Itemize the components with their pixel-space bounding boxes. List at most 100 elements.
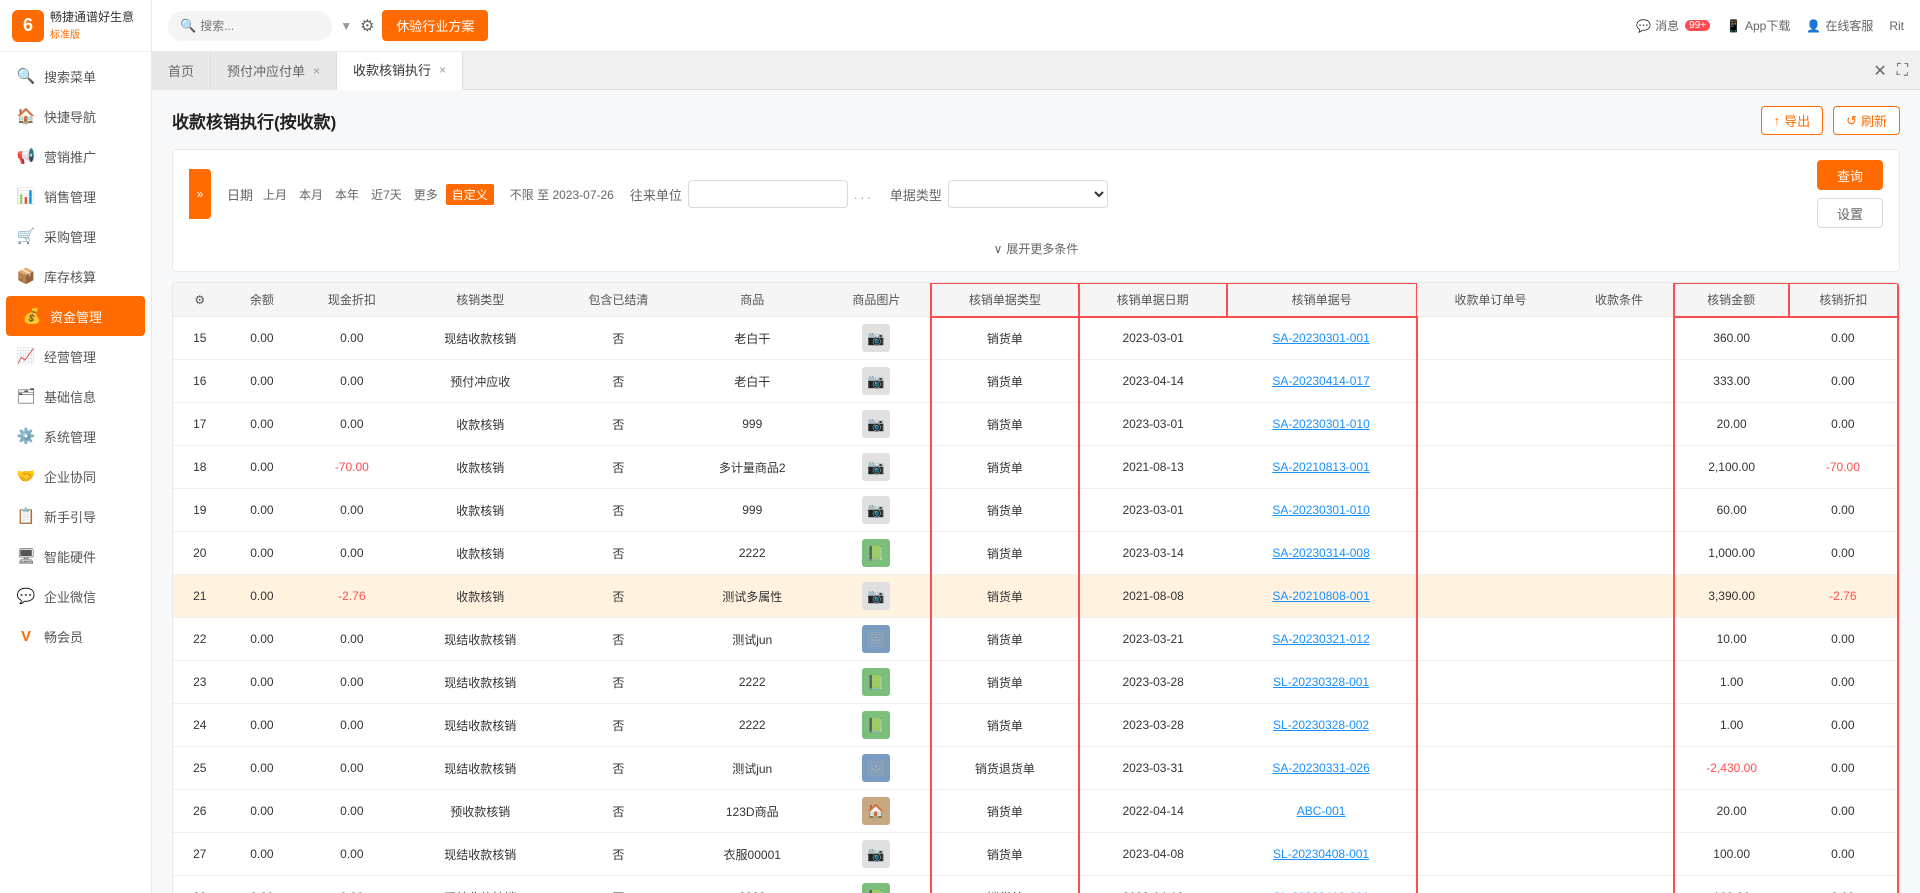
basic-icon: 🗂 xyxy=(16,386,36,406)
verify-no-link[interactable]: SL-20230328-001 xyxy=(1273,675,1369,689)
sidebar-item-guide[interactable]: 📋 新手引导 xyxy=(0,496,151,536)
table-header-row: ⚙ 余额 现金折扣 核销类型 包含已结清 商品 商品图片 核销单据类型 核销单据… xyxy=(173,283,1898,317)
cell-verify-no: SL-20230328-001 xyxy=(1227,661,1417,704)
sidebar-item-system[interactable]: ⚙️ 系统管理 xyxy=(0,416,151,456)
table-row: 25 0.00 0.00 现结收款核销 否 测试jun 🖼 销货退货单 2023… xyxy=(173,747,1898,790)
verify-no-link[interactable]: ABC-001 xyxy=(1297,804,1346,818)
cell-product-img: 🏠 xyxy=(822,790,931,833)
cell-cash-discount: 0.00 xyxy=(297,403,406,446)
verify-no-link[interactable]: SA-20230331-026 xyxy=(1272,761,1369,775)
export-button[interactable]: ↑ 导出 xyxy=(1761,106,1824,135)
cell-verify-type: 现结收款核销 xyxy=(406,833,554,876)
tab-receive[interactable]: 收款核销执行 × xyxy=(337,52,463,90)
refresh-icon: ↺ xyxy=(1846,113,1857,129)
th-product-img: 商品图片 xyxy=(822,283,931,317)
sidebar-item-inventory[interactable]: 📦 库存核算 xyxy=(0,256,151,296)
sidebar-item-sales[interactable]: 📊 销售管理 xyxy=(0,176,151,216)
sidebar-item-search[interactable]: 🔍 搜索菜单 xyxy=(0,56,151,96)
cell-no: 18 xyxy=(173,446,227,489)
online-service-button[interactable]: 👤 在线客服 xyxy=(1806,17,1873,34)
filter-partner-input[interactable] xyxy=(688,180,848,208)
header-actions: ↑ 导出 ↺ 刷新 xyxy=(1761,106,1900,135)
cell-verify-amount: -2,430.00 xyxy=(1674,747,1789,790)
table-row: 20 0.00 0.00 收款核销 否 2222 📗 销货单 2023-03-1… xyxy=(173,532,1898,575)
cell-balance: 0.00 xyxy=(227,446,298,489)
refresh-button[interactable]: ↺ 刷新 xyxy=(1833,106,1900,135)
cell-verify-type: 收款核销 xyxy=(406,403,554,446)
cell-receipt-condition xyxy=(1564,446,1673,489)
sidebar-item-basic[interactable]: 🗂 基础信息 xyxy=(0,376,151,416)
verify-no-link[interactable]: SA-20230301-001 xyxy=(1272,331,1369,345)
solution-button[interactable]: 休验行业方案 xyxy=(382,10,488,41)
sidebar-item-purchase[interactable]: 🛒 采购管理 xyxy=(0,216,151,256)
sidebar-item-marketing[interactable]: 📢 营销推广 xyxy=(0,136,151,176)
cell-verify-discount: 0.00 xyxy=(1789,532,1898,575)
filter-7days[interactable]: 近7天 xyxy=(367,184,406,205)
close-window-icon[interactable]: ✕ xyxy=(1873,61,1886,81)
verify-no-link[interactable]: SA-20230414-017 xyxy=(1272,374,1369,388)
verify-no-link[interactable]: SL-20230328-002 xyxy=(1273,718,1369,732)
verify-no-link[interactable]: SA-20230301-010 xyxy=(1272,417,1369,431)
cell-verify-date: 2023-04-08 xyxy=(1079,833,1227,876)
tab-prepay-close[interactable]: × xyxy=(313,64,320,78)
tab-receive-close[interactable]: × xyxy=(439,63,446,77)
sidebar-item-finance[interactable]: 💰 资金管理 xyxy=(6,296,145,336)
verify-no-link[interactable]: SA-20230301-010 xyxy=(1272,503,1369,517)
tab-receive-label: 收款核销执行 xyxy=(353,60,431,79)
cell-verify-amount: 360.00 xyxy=(1674,317,1789,360)
filter-voucher-type-select[interactable] xyxy=(948,180,1108,208)
fullscreen-icon[interactable]: ⛶ xyxy=(1897,62,1908,80)
hardware-icon: 🖥 xyxy=(16,546,36,566)
query-button[interactable]: 查询 xyxy=(1817,160,1883,190)
cell-verify-voucher-type: 销货单 xyxy=(931,876,1079,893)
sidebar-item-wechat[interactable]: 💬 企业微信 xyxy=(0,576,151,616)
cell-product: 123D商品 xyxy=(683,790,822,833)
expand-filter-button[interactable]: ∨ 展开更多条件 xyxy=(994,240,1079,257)
table-row: 22 0.00 0.00 现结收款核销 否 测试jun 🖼 销货单 2023-0… xyxy=(173,618,1898,661)
cell-cash-discount: -70.00 xyxy=(297,446,406,489)
filter-custom[interactable]: 自定义 xyxy=(446,184,494,205)
gear-icon[interactable]: ⚙ xyxy=(360,16,374,36)
cell-no: 28 xyxy=(173,876,227,893)
setting-button[interactable]: 设置 xyxy=(1817,198,1883,228)
th-settings[interactable]: ⚙ xyxy=(173,283,227,317)
table-row: 15 0.00 0.00 现结收款核销 否 老白干 📷 销货单 2023-03-… xyxy=(173,317,1898,360)
app-download-button[interactable]: 📱 App下载 xyxy=(1726,17,1790,34)
user-name[interactable]: Rit xyxy=(1889,19,1904,33)
filter-this-year[interactable]: 本年 xyxy=(331,184,363,205)
cell-no: 15 xyxy=(173,317,227,360)
tab-prepay[interactable]: 预付冲应付单 × xyxy=(211,52,337,90)
verify-no-link[interactable]: SL-20230408-001 xyxy=(1273,847,1369,861)
cell-product-img: 📗 xyxy=(822,704,931,747)
topbar-search-box[interactable]: 🔍 xyxy=(168,11,332,41)
search-input[interactable] xyxy=(200,19,320,33)
cell-receipt-condition xyxy=(1564,489,1673,532)
message-button[interactable]: 💬 消息 99+ xyxy=(1636,17,1710,34)
sidebar-item-enterprise[interactable]: 🤝 企业协同 xyxy=(0,456,151,496)
tab-home[interactable]: 首页 xyxy=(152,52,211,90)
filter-date-range: 不限 至 2023-07-26 xyxy=(510,186,614,203)
filter-more[interactable]: 更多 xyxy=(410,184,442,205)
verify-no-link[interactable]: SA-20210813-001 xyxy=(1272,460,1369,474)
cell-verify-amount: 100.00 xyxy=(1674,876,1789,893)
filter-collapse-button[interactable]: » xyxy=(189,169,211,219)
sidebar-item-operations[interactable]: 📈 经营管理 xyxy=(0,336,151,376)
filter-last-month[interactable]: 上月 xyxy=(259,184,291,205)
table-row: 26 0.00 0.00 预收款核销 否 123D商品 🏠 销货单 2022-0… xyxy=(173,790,1898,833)
filter-this-month[interactable]: 本月 xyxy=(295,184,327,205)
sidebar-item-hardware[interactable]: 🖥 智能硬件 xyxy=(0,536,151,576)
tabs-bar: 首页 预付冲应付单 × 收款核销执行 × ✕ ⛶ xyxy=(152,52,1920,90)
verify-no-link[interactable]: SA-20210808-001 xyxy=(1272,589,1369,603)
logo-sub: 标准版 xyxy=(50,26,134,41)
sidebar-item-member[interactable]: V 畅会员 xyxy=(0,616,151,656)
verify-no-link[interactable]: SA-20230314-008 xyxy=(1272,546,1369,560)
cell-verify-amount: 1.00 xyxy=(1674,704,1789,747)
service-label: 在线客服 xyxy=(1825,17,1873,34)
verify-no-link[interactable]: SA-20230321-012 xyxy=(1272,632,1369,646)
table-row: 23 0.00 0.00 现结收款核销 否 2222 📗 销货单 2023-03… xyxy=(173,661,1898,704)
cell-verify-date: 2023-04-14 xyxy=(1079,360,1227,403)
cell-receipt-condition xyxy=(1564,661,1673,704)
cell-verify-amount: 333.00 xyxy=(1674,360,1789,403)
sidebar-item-quicknav[interactable]: 🏠 快捷导航 xyxy=(0,96,151,136)
search-icon: 🔍 xyxy=(180,18,196,34)
